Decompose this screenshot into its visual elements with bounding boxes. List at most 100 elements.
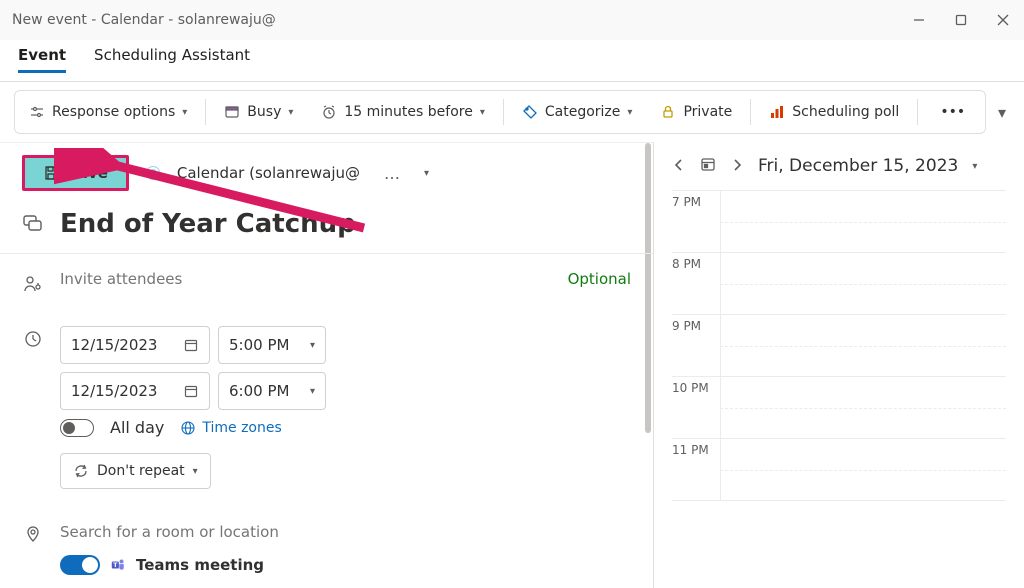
reminder-label: 15 minutes before bbox=[344, 104, 472, 120]
response-options-label: Response options bbox=[52, 104, 175, 120]
chat-icon bbox=[22, 216, 44, 232]
teams-meeting-toggle[interactable] bbox=[60, 555, 100, 575]
tag-icon bbox=[522, 104, 538, 120]
end-time-input[interactable]: 6:00 PM ▾ bbox=[218, 372, 326, 410]
save-button[interactable]: Save bbox=[22, 155, 129, 191]
hour-row[interactable]: 9 PM bbox=[672, 315, 1006, 377]
start-time-input[interactable]: 5:00 PM ▾ bbox=[218, 326, 326, 364]
prev-day-button[interactable] bbox=[672, 157, 686, 176]
repeat-dropdown[interactable]: Don't repeat ▾ bbox=[60, 453, 211, 489]
private-button[interactable]: Private bbox=[646, 91, 746, 133]
maximize-button[interactable] bbox=[952, 11, 970, 29]
end-date-value: 12/15/2023 bbox=[71, 382, 157, 400]
clock-icon bbox=[22, 326, 44, 348]
time-grid: 7 PM 8 PM 9 PM 10 PM 11 PM bbox=[672, 190, 1006, 530]
start-date-input[interactable]: 12/15/2023 bbox=[60, 326, 210, 364]
chevron-down-icon: ▾ bbox=[288, 107, 293, 118]
timezones-label: Time zones bbox=[202, 420, 281, 436]
separator bbox=[917, 99, 918, 125]
hour-row[interactable]: 8 PM bbox=[672, 253, 1006, 315]
title-bar: New event - Calendar - solanrewaju@ bbox=[0, 0, 1024, 40]
save-label: Save bbox=[67, 164, 108, 182]
blank bbox=[22, 453, 44, 457]
hour-label: 8 PM bbox=[672, 253, 720, 314]
busy-icon bbox=[224, 104, 240, 120]
location-icon bbox=[22, 521, 44, 543]
hour-row[interactable]: 7 PM bbox=[672, 191, 1006, 253]
ellipsis-icon: ••• bbox=[940, 104, 965, 120]
event-title-input[interactable] bbox=[60, 209, 631, 239]
save-row: Save Calendar (solanrewaju@ … ▾ bbox=[0, 143, 653, 203]
hour-label: 7 PM bbox=[672, 191, 720, 252]
day-view-date[interactable]: Fri, December 15, 2023 bbox=[758, 156, 958, 176]
alarm-icon bbox=[321, 104, 337, 120]
start-time-value: 5:00 PM bbox=[229, 336, 289, 354]
hour-label: 11 PM bbox=[672, 439, 720, 500]
window-title: New event - Calendar - solanrewaju@ bbox=[12, 12, 276, 28]
categorize-label: Categorize bbox=[545, 104, 621, 120]
main-content: Save Calendar (solanrewaju@ … ▾ Optional bbox=[0, 142, 1024, 588]
end-date-input[interactable]: 12/15/2023 bbox=[60, 372, 210, 410]
separator bbox=[503, 99, 504, 125]
response-options-button[interactable]: Response options ▾ bbox=[15, 91, 201, 133]
calendar-name: Calendar (solanrewaju@ bbox=[177, 164, 360, 182]
start-date-value: 12/15/2023 bbox=[71, 336, 157, 354]
scrollbar[interactable] bbox=[645, 143, 651, 433]
repeat-row: Don't repeat ▾ bbox=[0, 453, 653, 505]
people-icon bbox=[22, 270, 44, 294]
calendar-chevron[interactable]: ▾ bbox=[424, 168, 429, 179]
chevron-down-icon: ▾ bbox=[480, 107, 485, 118]
chevron-down-icon: ▾ bbox=[627, 107, 632, 118]
close-button[interactable] bbox=[994, 11, 1012, 29]
chevron-down-icon: ▾ bbox=[972, 161, 977, 172]
ribbon-overflow-chevron[interactable]: ▾ bbox=[994, 103, 1010, 122]
repeat-label: Don't repeat bbox=[97, 463, 185, 479]
attendees-row: Optional bbox=[0, 254, 653, 310]
chevron-down-icon: ▾ bbox=[310, 340, 315, 351]
day-view-header: Fri, December 15, 2023 ▾ bbox=[672, 156, 1006, 176]
calendar-icon bbox=[183, 337, 199, 353]
location-input[interactable] bbox=[60, 523, 631, 541]
hour-label: 9 PM bbox=[672, 315, 720, 376]
chevron-down-icon: ▾ bbox=[310, 386, 315, 397]
minimize-button[interactable] bbox=[910, 11, 928, 29]
lock-icon bbox=[660, 104, 676, 120]
poll-icon bbox=[769, 104, 785, 120]
repeat-icon bbox=[73, 463, 89, 479]
datetime-row: 12/15/2023 5:00 PM ▾ 12/15/2023 6:00 PM bbox=[0, 310, 653, 453]
busy-button[interactable]: Busy ▾ bbox=[210, 91, 307, 133]
tabs: Event Scheduling Assistant bbox=[0, 40, 1024, 82]
teams-meeting-label: Teams meeting bbox=[136, 556, 264, 574]
today-button[interactable] bbox=[700, 156, 716, 176]
all-day-toggle[interactable] bbox=[60, 419, 94, 437]
more-button[interactable]: ••• bbox=[922, 91, 983, 133]
title-row bbox=[0, 203, 653, 254]
private-label: Private bbox=[683, 104, 732, 120]
calendar-color-dot bbox=[147, 167, 159, 179]
event-form: Save Calendar (solanrewaju@ … ▾ Optional bbox=[0, 142, 653, 588]
chevron-down-icon: ▾ bbox=[193, 466, 198, 477]
day-view: Fri, December 15, 2023 ▾ 7 PM 8 PM 9 PM … bbox=[654, 142, 1024, 588]
tab-scheduling-assistant[interactable]: Scheduling Assistant bbox=[94, 46, 250, 73]
attendees-input[interactable] bbox=[60, 270, 552, 288]
sliders-icon bbox=[29, 104, 45, 120]
hour-row[interactable]: 10 PM bbox=[672, 377, 1006, 439]
hour-row[interactable]: 11 PM bbox=[672, 439, 1006, 501]
busy-label: Busy bbox=[247, 104, 281, 120]
calendar-more[interactable]: … bbox=[378, 164, 406, 183]
next-day-button[interactable] bbox=[730, 157, 744, 176]
globe-icon bbox=[180, 420, 196, 436]
scheduling-poll-label: Scheduling poll bbox=[792, 104, 899, 120]
chevron-down-icon: ▾ bbox=[182, 107, 187, 118]
scheduling-poll-button[interactable]: Scheduling poll bbox=[755, 91, 913, 133]
optional-attendees-link[interactable]: Optional bbox=[568, 270, 631, 288]
tab-event[interactable]: Event bbox=[18, 46, 66, 73]
hour-label: 10 PM bbox=[672, 377, 720, 438]
reminder-button[interactable]: 15 minutes before ▾ bbox=[307, 91, 498, 133]
separator bbox=[750, 99, 751, 125]
ribbon: Response options ▾ Busy ▾ 15 minutes bef… bbox=[0, 82, 1024, 142]
end-time-value: 6:00 PM bbox=[229, 382, 289, 400]
timezones-link[interactable]: Time zones bbox=[180, 420, 281, 436]
teams-icon: T bbox=[110, 557, 126, 573]
categorize-button[interactable]: Categorize ▾ bbox=[508, 91, 647, 133]
